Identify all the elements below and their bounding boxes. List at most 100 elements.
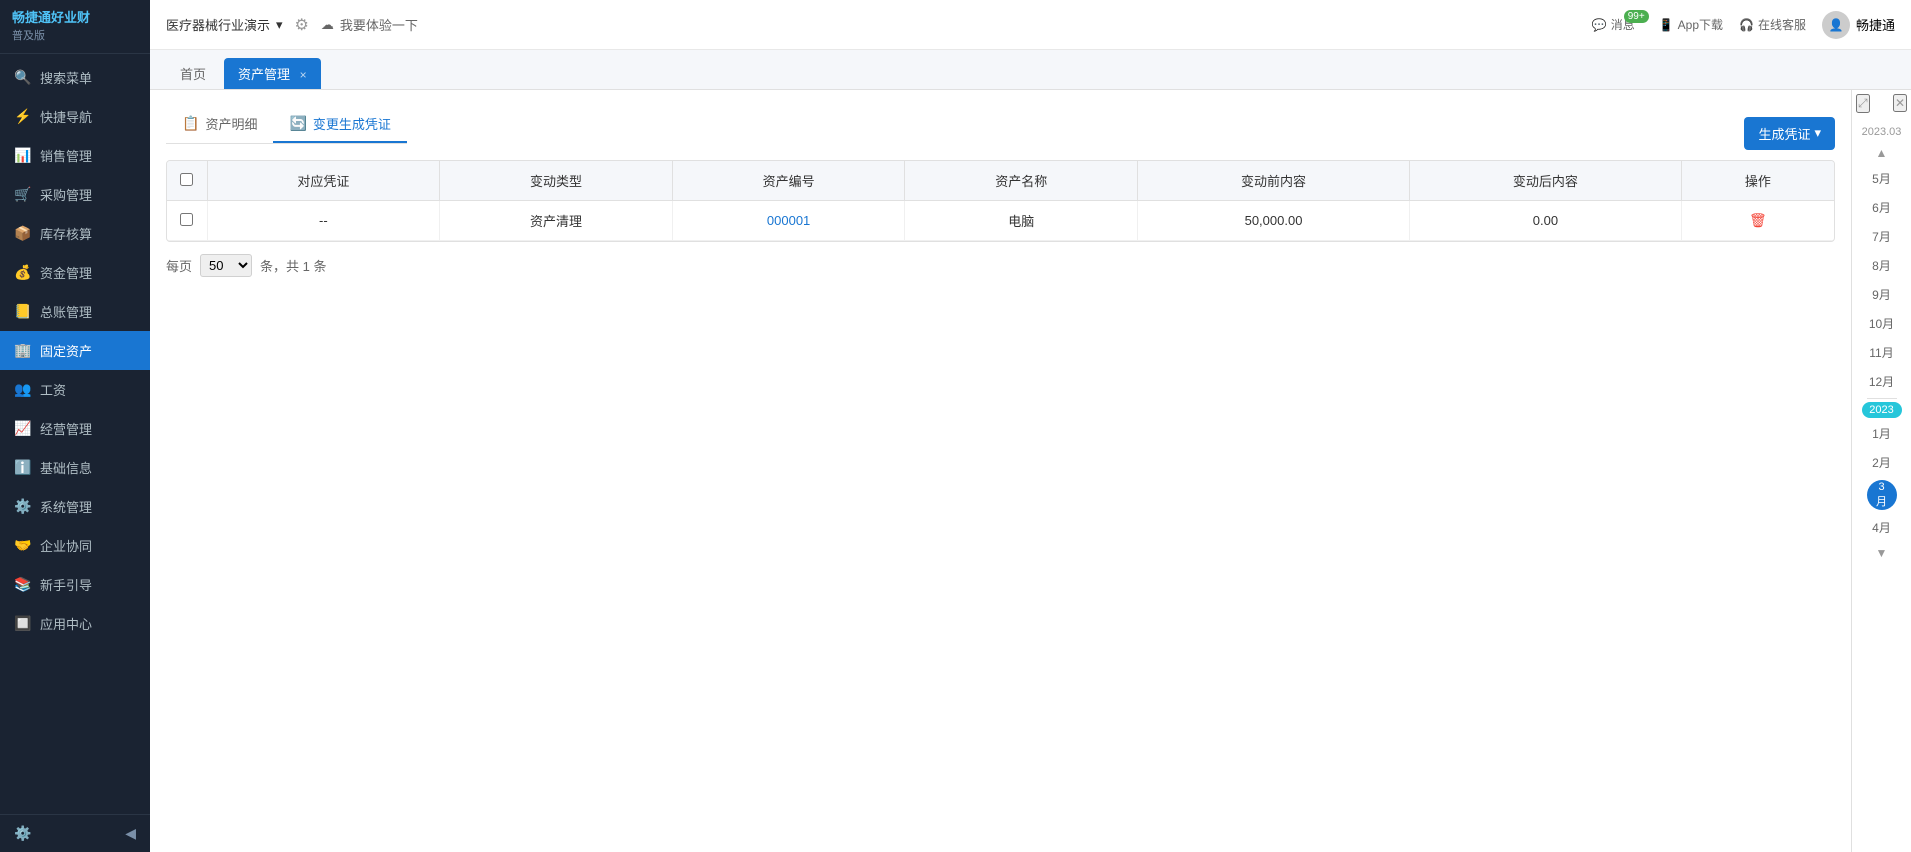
timeline-month-12[interactable]: 12月 (1860, 368, 1904, 395)
timeline-month-9[interactable]: 9月 (1860, 281, 1904, 308)
timeline-year-2023: 2023 (1862, 402, 1902, 418)
tab-change-voucher[interactable]: 🔄 变更生成凭证 (273, 106, 406, 143)
timeline-down-button[interactable]: ▼ (1872, 542, 1892, 564)
row-voucher: -- (207, 201, 440, 241)
collapse-icon[interactable]: ◀ (125, 825, 136, 842)
tab-asset-detail[interactable]: 📋 资产明细 (166, 106, 273, 143)
sidebar-item-fixed-assets[interactable]: 🏢 固定资产 (0, 331, 150, 370)
col-asset-number: 资产编号 (672, 161, 905, 201)
online-service-label: 在线客服 (1758, 16, 1806, 33)
timeline-month-1[interactable]: 1月 (1860, 420, 1904, 447)
row-change-type: 资产清理 (440, 201, 673, 241)
app-download-label: App下载 (1678, 16, 1723, 33)
timeline-month-3-active[interactable]: 3月 (1867, 480, 1897, 510)
sidebar-item-cooperation[interactable]: 🤝 企业协同 (0, 526, 150, 565)
dropdown-arrow-icon: ▾ (1814, 125, 1821, 141)
sidebar-footer: ⚙️ ◀ (0, 814, 150, 852)
headset-icon: 🎧 (1739, 18, 1754, 32)
sidebar-item-purchase[interactable]: 🛒 采购管理 (0, 175, 150, 214)
timeline-month-2[interactable]: 2月 (1860, 449, 1904, 476)
delete-icon[interactable]: 🗑 (1749, 212, 1767, 228)
tab-close-icon[interactable]: × (300, 68, 307, 82)
sidebar-item-label: 基础信息 (40, 458, 92, 477)
sidebar: 畅捷通好业财 普及版 🔍 搜索菜单 ⚡ 快捷导航 📊 销售管理 🛒 采购管理 📦… (0, 0, 150, 852)
col-asset-name: 资产名称 (905, 161, 1138, 201)
timeline-expand-button[interactable]: ⤢ (1856, 94, 1870, 113)
sidebar-item-system[interactable]: ⚙️ 系统管理 (0, 487, 150, 526)
search-icon: 🔍 (14, 69, 32, 86)
tab-asset-management-label: 资产管理 (238, 67, 290, 82)
sidebar-item-search[interactable]: 🔍 搜索菜单 (0, 58, 150, 97)
app-download-action[interactable]: 📱 App下载 (1659, 16, 1723, 33)
row-after-change: 0.00 (1409, 201, 1681, 241)
col-before-change: 变动前内容 (1138, 161, 1410, 201)
message-action[interactable]: 💬 消息 99+ (1584, 16, 1643, 33)
sidebar-item-ledger[interactable]: 📒 总账管理 (0, 292, 150, 331)
row-asset-number[interactable]: 000001 (672, 201, 905, 241)
timeline-month-5[interactable]: 5月 (1860, 165, 1904, 192)
guide-icon: 📚 (14, 576, 32, 593)
sidebar-item-label: 固定资产 (40, 341, 92, 360)
row-before-change: 50,000.00 (1138, 201, 1410, 241)
sidebar-item-label: 总账管理 (40, 302, 92, 321)
sidebar-item-quick-nav[interactable]: ⚡ 快捷导航 (0, 97, 150, 136)
sidebar-item-app-center[interactable]: 🔲 应用中心 (0, 604, 150, 643)
change-voucher-label: 变更生成凭证 (313, 114, 391, 133)
info-icon: ℹ️ (14, 459, 32, 476)
sidebar-item-label: 经营管理 (40, 419, 92, 438)
money-icon: 💰 (14, 264, 32, 281)
timeline-month-8[interactable]: 8月 (1860, 252, 1904, 279)
trend-icon: 📈 (14, 420, 32, 437)
sidebar-item-label: 企业协同 (40, 536, 92, 555)
tab-asset-management[interactable]: 资产管理 × (224, 58, 321, 89)
row-checkbox[interactable] (180, 213, 193, 226)
sidebar-item-basic-info[interactable]: ℹ️ 基础信息 (0, 448, 150, 487)
company-selector[interactable]: 医疗器械行业演示 ▾ (166, 15, 283, 34)
book-icon: 📒 (14, 303, 32, 320)
tab-home[interactable]: 首页 (166, 58, 220, 89)
timeline-up-button[interactable]: ▲ (1872, 142, 1892, 164)
avatar: 👤 (1822, 11, 1850, 39)
col-change-type: 变动类型 (440, 161, 673, 201)
select-all-checkbox[interactable] (180, 173, 193, 186)
sidebar-item-label: 销售管理 (40, 146, 92, 165)
timeline-month-11[interactable]: 11月 (1860, 339, 1904, 366)
sidebar-item-payroll[interactable]: 👥 工资 (0, 370, 150, 409)
generate-btn-label: 生成凭证 (1758, 124, 1810, 143)
timeline-month-10[interactable]: 10月 (1860, 310, 1904, 337)
per-page-label: 每页 (166, 256, 192, 275)
handshake-icon: 🤝 (14, 537, 32, 554)
sidebar-item-sales[interactable]: 📊 销售管理 (0, 136, 150, 175)
sidebar-item-inventory[interactable]: 📦 库存核算 (0, 214, 150, 253)
sidebar-item-operations[interactable]: 📈 经营管理 (0, 409, 150, 448)
user-name: 畅捷通 (1856, 15, 1895, 34)
online-service-action[interactable]: 🎧 在线客服 (1739, 16, 1806, 33)
settings-footer-icon[interactable]: ⚙️ (14, 825, 31, 842)
sidebar-item-label: 系统管理 (40, 497, 92, 516)
select-all-header (167, 161, 207, 201)
dropdown-icon: ▾ (276, 17, 283, 33)
message-badge: 99+ (1624, 10, 1649, 23)
sidebar-item-guide[interactable]: 📚 新手引导 (0, 565, 150, 604)
timeline-month-6[interactable]: 6月 (1860, 194, 1904, 221)
topbar-settings-icon[interactable]: ⚙ (295, 15, 309, 35)
timeline-month-7[interactable]: 7月 (1860, 223, 1904, 250)
user-info[interactable]: 👤 畅捷通 (1822, 11, 1895, 39)
cloud-icon: ☁ (321, 17, 334, 33)
sidebar-item-label: 工资 (40, 380, 66, 399)
row-asset-name: 电脑 (905, 201, 1138, 241)
sidebar-item-funds[interactable]: 💰 资金管理 (0, 253, 150, 292)
experience-button[interactable]: ☁ 我要体验一下 (321, 15, 418, 34)
generate-voucher-button[interactable]: 生成凭证 ▾ (1744, 117, 1835, 150)
sidebar-logo: 畅捷通好业财 (12, 10, 90, 27)
timeline-month-4[interactable]: 4月 (1860, 514, 1904, 541)
mobile-icon: 📱 (1659, 18, 1674, 32)
tab-home-label: 首页 (180, 67, 206, 82)
sidebar-item-label: 资金管理 (40, 263, 92, 282)
per-page-select[interactable]: 50 10 20 100 (200, 254, 252, 277)
chart-icon: 📊 (14, 147, 32, 164)
change-voucher-icon: 🔄 (289, 115, 306, 132)
timeline-close-button[interactable]: ✕ (1893, 94, 1907, 112)
total-label: 条，共 1 条 (260, 256, 326, 275)
tab-bar: 首页 资产管理 × (150, 50, 1911, 90)
